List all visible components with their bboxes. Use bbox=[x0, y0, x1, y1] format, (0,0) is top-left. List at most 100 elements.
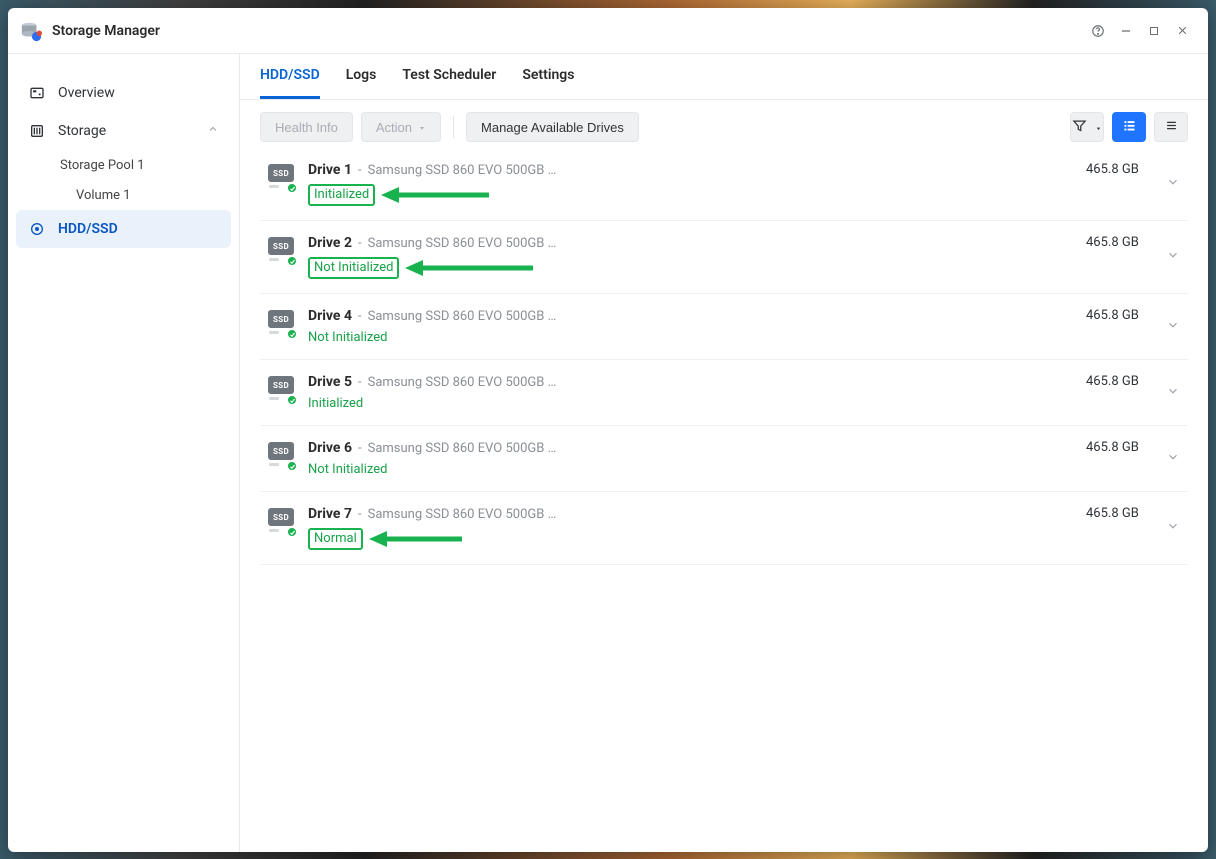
close-button[interactable] bbox=[1168, 17, 1196, 45]
separator: - bbox=[358, 163, 362, 178]
drive-size: 465.8 GB bbox=[1086, 440, 1166, 455]
tab-logs[interactable]: Logs bbox=[346, 54, 377, 99]
tab-label: Test Scheduler bbox=[402, 67, 496, 83]
ssd-icon: SSD bbox=[268, 237, 294, 263]
ssd-icon: SSD bbox=[268, 310, 294, 336]
drive-title-line: Drive 7-Samsung SSD 860 EVO 500GB … bbox=[308, 506, 1076, 522]
drive-row-main: Drive 7-Samsung SSD 860 EVO 500GB … Norma… bbox=[308, 506, 1076, 550]
drive-size: 465.8 GB bbox=[1086, 308, 1166, 323]
button-label: Manage Available Drives bbox=[481, 120, 624, 135]
drive-size: 465.8 GB bbox=[1086, 506, 1166, 521]
separator: - bbox=[358, 507, 362, 522]
separator bbox=[453, 116, 454, 138]
tab-hdd-ssd[interactable]: HDD/SSD bbox=[260, 54, 320, 99]
chevron-down-icon[interactable] bbox=[1166, 175, 1180, 193]
toolbar: Health Info Action Manage Available Driv… bbox=[240, 100, 1208, 142]
drive-list: SSDDrive 1-Samsung SSD 860 EVO 500GB …In… bbox=[240, 142, 1208, 585]
drive-status: Normal bbox=[308, 528, 363, 550]
chevron-down-icon[interactable] bbox=[1166, 450, 1180, 468]
drive-status: Initialized bbox=[308, 184, 375, 206]
drive-row-main: Drive 5-Samsung SSD 860 EVO 500GB … Initi… bbox=[308, 374, 1076, 411]
storage-icon bbox=[28, 122, 46, 140]
tab-settings[interactable]: Settings bbox=[522, 54, 574, 99]
drive-title-line: Drive 6-Samsung SSD 860 EVO 500GB … bbox=[308, 440, 1076, 456]
action-dropdown[interactable]: Action bbox=[361, 112, 441, 142]
separator: - bbox=[358, 236, 362, 251]
list-view-button[interactable] bbox=[1112, 112, 1146, 142]
drive-status: Not Initialized bbox=[308, 330, 387, 345]
drive-name: Drive 7 bbox=[308, 506, 352, 522]
drive-name: Drive 1 bbox=[308, 162, 352, 178]
caret-down-icon bbox=[418, 120, 426, 135]
drive-name: Drive 4 bbox=[308, 308, 352, 324]
chevron-down-icon[interactable] bbox=[1166, 519, 1180, 537]
separator: - bbox=[358, 375, 362, 390]
ssd-icon: SSD bbox=[268, 376, 294, 402]
drive-model: Samsung SSD 860 EVO 500GB … bbox=[368, 375, 557, 390]
drive-row[interactable]: SSD Drive 7-Samsung SSD 860 EVO 500GB … No… bbox=[260, 492, 1188, 565]
ssd-icon: SSD bbox=[268, 508, 294, 534]
button-label: Action bbox=[376, 120, 412, 135]
drive-row-main: Drive 2-Samsung SSD 860 EVO 500GB … Not I… bbox=[308, 235, 1076, 279]
drive-status: Not Initialized bbox=[308, 257, 399, 279]
health-info-button[interactable]: Health Info bbox=[260, 112, 353, 142]
sidebar-item-storage[interactable]: Storage bbox=[16, 112, 231, 150]
sidebar-item-label: Storage bbox=[58, 123, 106, 139]
drive-model: Samsung SSD 860 EVO 500GB … bbox=[368, 507, 557, 522]
manage-available-drives-button[interactable]: Manage Available Drives bbox=[466, 112, 639, 142]
drive-name: Drive 5 bbox=[308, 374, 352, 390]
drive-row-main: Drive 6-Samsung SSD 860 EVO 500GB … Not I… bbox=[308, 440, 1076, 477]
drive-model: Samsung SSD 860 EVO 500GB … bbox=[368, 309, 557, 324]
hamburger-icon bbox=[1164, 118, 1179, 136]
sidebar-item-label: Volume 1 bbox=[76, 188, 131, 203]
sidebar-item-hdd-ssd[interactable]: HDD/SSD bbox=[16, 210, 231, 248]
sidebar-item-label: Overview bbox=[58, 85, 115, 101]
caret-down-icon bbox=[1095, 120, 1102, 135]
minimize-button[interactable] bbox=[1112, 17, 1140, 45]
drive-row[interactable]: SSDDrive 1-Samsung SSD 860 EVO 500GB …In… bbox=[260, 148, 1188, 221]
drive-row[interactable]: SSD Drive 4-Samsung SSD 860 EVO 500GB … No… bbox=[260, 294, 1188, 360]
filter-button[interactable] bbox=[1070, 112, 1104, 142]
drive-title-line: Drive 4-Samsung SSD 860 EVO 500GB … bbox=[308, 308, 1076, 324]
sidebar-item-volume-1[interactable]: Volume 1 bbox=[16, 180, 231, 210]
sidebar-item-label: Storage Pool 1 bbox=[60, 158, 145, 173]
list-icon bbox=[1122, 118, 1137, 136]
drive-row[interactable]: SSD Drive 2-Samsung SSD 860 EVO 500GB … No… bbox=[260, 221, 1188, 294]
titlebar: Storage Manager bbox=[8, 8, 1208, 54]
drive-row-main: Drive 4-Samsung SSD 860 EVO 500GB … Not I… bbox=[308, 308, 1076, 345]
sidebar-item-overview[interactable]: Overview bbox=[16, 74, 231, 112]
drive-title-line: Drive 1-Samsung SSD 860 EVO 500GB … bbox=[308, 162, 1076, 178]
more-menu-button[interactable] bbox=[1154, 112, 1188, 142]
maximize-button[interactable] bbox=[1140, 17, 1168, 45]
drive-row-main: Drive 1-Samsung SSD 860 EVO 500GB … Initi… bbox=[308, 162, 1076, 206]
chevron-down-icon[interactable] bbox=[1166, 318, 1180, 336]
drive-title-line: Drive 2-Samsung SSD 860 EVO 500GB … bbox=[308, 235, 1076, 251]
ssd-icon: SSD bbox=[268, 442, 294, 468]
drive-status: Not Initialized bbox=[308, 462, 387, 477]
chevron-up-icon bbox=[207, 123, 219, 139]
chevron-down-icon[interactable] bbox=[1166, 248, 1180, 266]
drive-row[interactable]: SSD Drive 6-Samsung SSD 860 EVO 500GB … No… bbox=[260, 426, 1188, 492]
drive-model: Samsung SSD 860 EVO 500GB … bbox=[368, 163, 557, 178]
chevron-down-icon[interactable] bbox=[1166, 384, 1180, 402]
sidebar: Overview Storage Storage Pool 1 Volume 1 bbox=[8, 54, 240, 852]
drive-model: Samsung SSD 860 EVO 500GB … bbox=[368, 441, 557, 456]
drive-model: Samsung SSD 860 EVO 500GB … bbox=[368, 236, 557, 251]
filter-icon bbox=[1072, 118, 1087, 136]
tab-test-scheduler[interactable]: Test Scheduler bbox=[402, 54, 496, 99]
separator: - bbox=[358, 309, 362, 324]
help-button[interactable] bbox=[1084, 17, 1112, 45]
app-window: Storage Manager Overview bbox=[8, 8, 1208, 852]
tab-bar: HDD/SSD Logs Test Scheduler Settings bbox=[240, 54, 1208, 100]
main-content: HDD/SSD Logs Test Scheduler Settings Hea… bbox=[240, 54, 1208, 852]
sidebar-item-storage-pool-1[interactable]: Storage Pool 1 bbox=[16, 150, 231, 180]
tab-label: HDD/SSD bbox=[260, 67, 320, 83]
drive-size: 465.8 GB bbox=[1086, 162, 1166, 177]
drive-status: Initialized bbox=[308, 396, 363, 411]
drive-name: Drive 6 bbox=[308, 440, 352, 456]
overview-icon bbox=[28, 84, 46, 102]
app-title: Storage Manager bbox=[52, 23, 160, 39]
drive-name: Drive 2 bbox=[308, 235, 352, 251]
drive-row[interactable]: SSD Drive 5-Samsung SSD 860 EVO 500GB … In… bbox=[260, 360, 1188, 426]
drive-title-line: Drive 5-Samsung SSD 860 EVO 500GB … bbox=[308, 374, 1076, 390]
